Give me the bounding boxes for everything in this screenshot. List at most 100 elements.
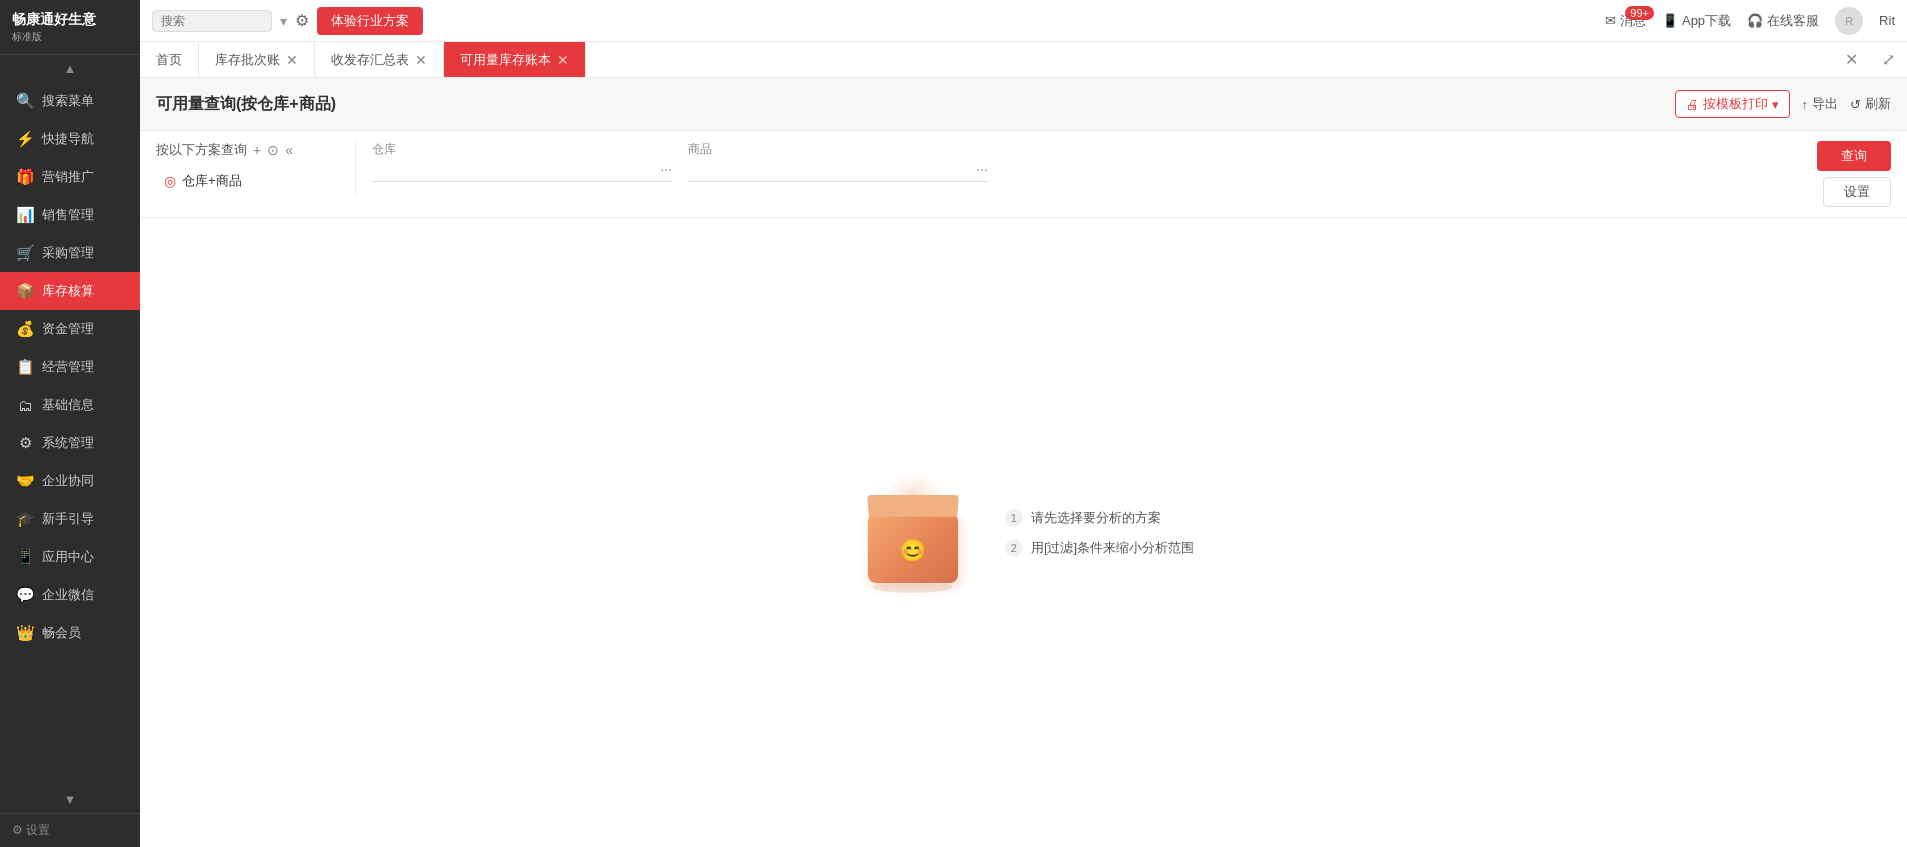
sidebar-item-label: 企业协同 bbox=[42, 472, 94, 490]
sidebar-item-marketing[interactable]: 🎁 营销推广 bbox=[0, 158, 140, 196]
sidebar-brand: 畅康通好生意 bbox=[12, 10, 128, 28]
empty-illustration: 😊 bbox=[853, 473, 973, 593]
sidebar-item-label: 应用中心 bbox=[42, 548, 94, 566]
sidebar-item-enterprise[interactable]: 🤝 企业协同 bbox=[0, 462, 140, 500]
gift-icon: 🎁 bbox=[16, 168, 34, 186]
sidebar-header: 畅康通好生意 标准版 bbox=[0, 0, 140, 55]
filter-settings-btn[interactable]: 设置 bbox=[1823, 177, 1891, 207]
warehouse-input[interactable] bbox=[372, 162, 656, 177]
sidebar-item-inventory[interactable]: 📦 库存核算 bbox=[0, 272, 140, 310]
page-content: 可用量查询(按仓库+商品) 🖨 按模板打印 ▾ ↑ 导出 ↺ 刷新 bbox=[140, 78, 1907, 847]
sidebar-item-label: 基础信息 bbox=[42, 396, 94, 414]
sidebar-item-label: 采购管理 bbox=[42, 244, 94, 262]
finance-icon: 💰 bbox=[16, 320, 34, 338]
message-btn[interactable]: ✉ 消息 99+ bbox=[1605, 12, 1646, 30]
export-label: 导出 bbox=[1812, 95, 1838, 113]
refresh-btn[interactable]: ↺ 刷新 bbox=[1850, 95, 1891, 113]
tab-close-icon[interactable]: ✕ bbox=[415, 53, 427, 67]
sidebar-item-search[interactable]: 🔍 搜索菜单 bbox=[0, 82, 140, 120]
filter-field-product: 商品 ··· bbox=[688, 141, 988, 182]
product-more-btn[interactable]: ··· bbox=[976, 161, 988, 177]
sidebar-item-label: 快捷导航 bbox=[42, 130, 94, 148]
sidebar: 畅康通好生意 标准版 ▲ 🔍 搜索菜单 ⚡ 快捷导航 🎁 营销推广 📊 销售管理… bbox=[0, 0, 140, 847]
chevron-down-icon: ▾ bbox=[1772, 97, 1779, 112]
page-header: 可用量查询(按仓库+商品) 🖨 按模板打印 ▾ ↑ 导出 ↺ 刷新 bbox=[140, 78, 1907, 131]
product-field-label: 商品 bbox=[688, 141, 988, 158]
tab-home[interactable]: 首页 bbox=[140, 42, 199, 77]
window-expand-btn[interactable]: ⤢ bbox=[1870, 42, 1907, 77]
sidebar-item-operation[interactable]: 📋 经营管理 bbox=[0, 348, 140, 386]
top-header: ▾ ⚙ 体验行业方案 ✉ 消息 99+ 📱 App下载 🎧 在线客服 R Rit bbox=[140, 0, 1907, 42]
sidebar-item-label: 企业微信 bbox=[42, 586, 94, 604]
collapse-btn[interactable]: « bbox=[285, 142, 293, 158]
sidebar-item-finance[interactable]: 💰 资金管理 bbox=[0, 310, 140, 348]
sidebar-item-label: 系统管理 bbox=[42, 434, 94, 452]
sidebar-item-sales[interactable]: 📊 销售管理 bbox=[0, 196, 140, 234]
filter-row: 仓库 ··· 商品 ··· bbox=[372, 141, 1801, 182]
gear-icon[interactable]: ⚙ bbox=[295, 11, 309, 30]
inventory-icon: 📦 bbox=[16, 282, 34, 300]
online-service-btn[interactable]: 🎧 在线客服 bbox=[1747, 12, 1819, 30]
scheme-label: 仓库+商品 bbox=[182, 172, 242, 190]
tab-batch-ledger[interactable]: 库存批次账 ✕ bbox=[199, 42, 315, 77]
refresh-label: 刷新 bbox=[1865, 95, 1891, 113]
app-download-btn[interactable]: 📱 App下载 bbox=[1662, 12, 1731, 30]
filter-fields: 仓库 ··· 商品 ··· bbox=[356, 141, 1817, 182]
empty-tip-1: 1 请先选择要分析的方案 bbox=[1005, 509, 1194, 527]
empty-state: 😊 1 请先选择要分析的方案 2 用[过滤]条件来缩小分析范围 bbox=[140, 218, 1907, 847]
search-icon: 🔍 bbox=[16, 92, 34, 110]
scheme-item-warehouse-product[interactable]: ◎ 仓库+商品 bbox=[156, 167, 343, 195]
search-input[interactable] bbox=[152, 10, 272, 32]
basic-icon: 🗂 bbox=[16, 397, 34, 414]
tip-num-1: 1 bbox=[1005, 509, 1023, 527]
tab-close-icon[interactable]: ✕ bbox=[286, 53, 298, 67]
template-print-btn[interactable]: 🖨 按模板打印 ▾ bbox=[1675, 90, 1790, 118]
warehouse-more-btn[interactable]: ··· bbox=[660, 161, 672, 177]
window-close-btn[interactable]: ✕ bbox=[1833, 42, 1870, 77]
sidebar-item-shortcut[interactable]: ⚡ 快捷导航 bbox=[0, 120, 140, 158]
tab-close-icon[interactable]: ✕ bbox=[557, 53, 569, 67]
page-header-actions: 🖨 按模板打印 ▾ ↑ 导出 ↺ 刷新 bbox=[1675, 90, 1892, 118]
guide-icon: 🎓 bbox=[16, 510, 34, 528]
scheme-settings-btn[interactable]: ⊙ bbox=[267, 142, 279, 158]
system-icon: ⚙ bbox=[16, 434, 34, 452]
sidebar-scroll-down[interactable]: ▼ bbox=[0, 786, 140, 813]
member-icon: 👑 bbox=[16, 624, 34, 642]
message-icon: ✉ bbox=[1605, 13, 1616, 28]
export-btn[interactable]: ↑ 导出 bbox=[1802, 95, 1839, 113]
product-field-input-wrapper: ··· bbox=[688, 161, 988, 182]
product-input[interactable] bbox=[688, 162, 972, 177]
sidebar-item-label: 库存核算 bbox=[42, 282, 94, 300]
filter-scheme-section: 按以下方案查询 + ⊙ « ◎ 仓库+商品 bbox=[156, 141, 356, 195]
sidebar-item-basic[interactable]: 🗂 基础信息 bbox=[0, 386, 140, 424]
shortcut-icon: ⚡ bbox=[16, 130, 34, 148]
sidebar-settings[interactable]: ⚙ 设置 bbox=[0, 813, 140, 847]
add-scheme-btn[interactable]: + bbox=[253, 142, 261, 158]
sidebar-item-system[interactable]: ⚙ 系统管理 bbox=[0, 424, 140, 462]
sidebar-scroll-up[interactable]: ▲ bbox=[0, 55, 140, 82]
print-icon: 🖨 bbox=[1686, 97, 1699, 112]
username[interactable]: Rit bbox=[1879, 13, 1895, 28]
tab-label: 收发存汇总表 bbox=[331, 51, 409, 69]
industry-btn[interactable]: 体验行业方案 bbox=[317, 7, 423, 35]
empty-tips: 1 请先选择要分析的方案 2 用[过滤]条件来缩小分析范围 bbox=[1005, 509, 1194, 557]
sidebar-item-appstore[interactable]: 📱 应用中心 bbox=[0, 538, 140, 576]
sidebar-item-wechat[interactable]: 💬 企业微信 bbox=[0, 576, 140, 614]
empty-tip-2: 2 用[过滤]条件来缩小分析范围 bbox=[1005, 539, 1194, 557]
warehouse-field-input-wrapper: ··· bbox=[372, 161, 672, 182]
breadcrumb-chevron-icon[interactable]: ▾ bbox=[280, 13, 287, 29]
headset-icon: 🎧 bbox=[1747, 13, 1763, 28]
tab-available-ledger[interactable]: 可用量库存账本 ✕ bbox=[444, 42, 586, 77]
sidebar-item-member[interactable]: 👑 畅会员 bbox=[0, 614, 140, 652]
purchase-icon: 🛒 bbox=[16, 244, 34, 262]
sidebar-item-purchase[interactable]: 🛒 采购管理 bbox=[0, 234, 140, 272]
tip-num-2: 2 bbox=[1005, 539, 1023, 557]
tab-receive-summary[interactable]: 收发存汇总表 ✕ bbox=[315, 42, 444, 77]
tip-text-2: 用[过滤]条件来缩小分析范围 bbox=[1031, 539, 1194, 557]
main-area: ▾ ⚙ 体验行业方案 ✉ 消息 99+ 📱 App下载 🎧 在线客服 R Rit… bbox=[140, 0, 1907, 847]
query-btn[interactable]: 查询 bbox=[1817, 141, 1891, 171]
sidebar-item-guide[interactable]: 🎓 新手引导 bbox=[0, 500, 140, 538]
filter-field-warehouse: 仓库 ··· bbox=[372, 141, 672, 182]
message-badge: 99+ bbox=[1625, 6, 1654, 20]
sales-icon: 📊 bbox=[16, 206, 34, 224]
